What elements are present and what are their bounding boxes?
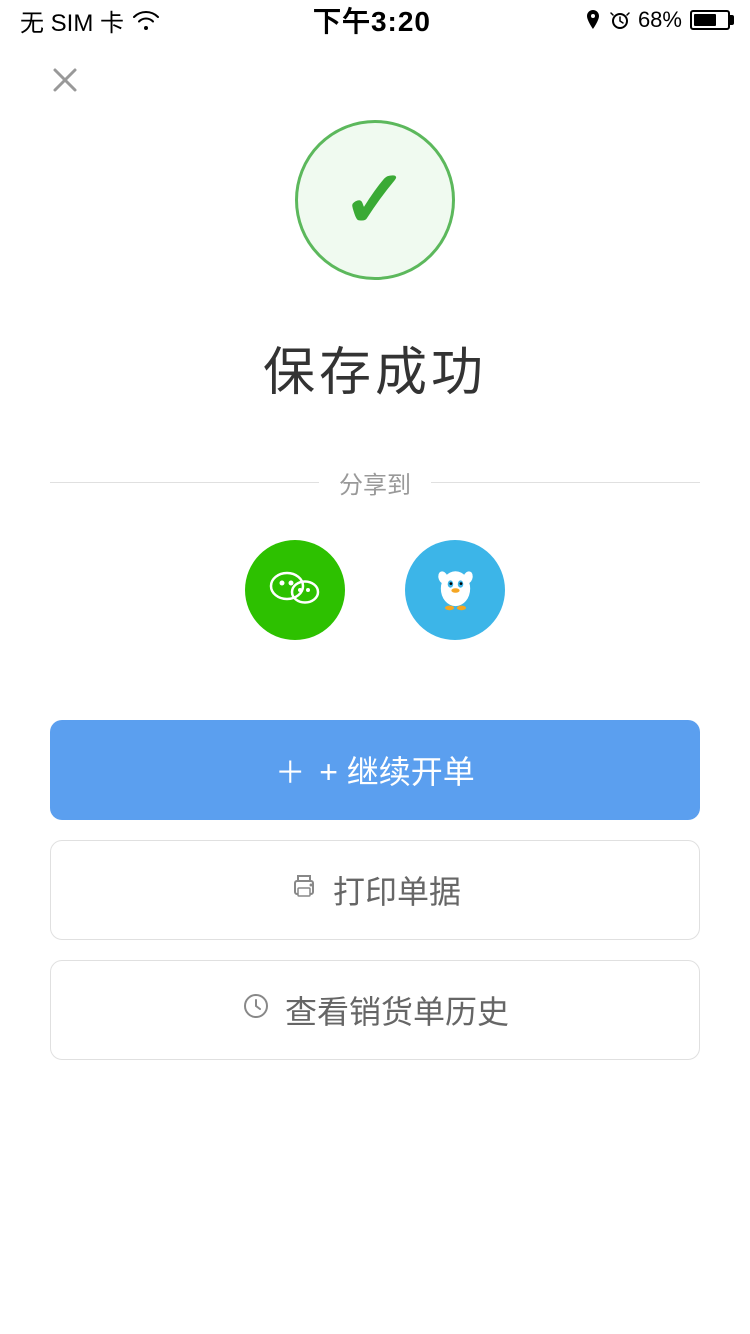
plus-icon: ＋ <box>275 748 305 792</box>
printer-svg <box>289 871 319 901</box>
alarm-icon <box>610 10 630 30</box>
status-carrier: 无 SIM 卡 <box>20 3 160 38</box>
share-icons-row <box>245 540 505 640</box>
success-title: 保存成功 <box>263 330 487 405</box>
wechat-share-button[interactable] <box>245 540 345 640</box>
status-right-icons: 68% <box>584 7 730 33</box>
success-circle: ✓ <box>295 120 455 280</box>
status-bar: 无 SIM 卡 下午3:20 68% <box>0 0 750 40</box>
continue-label: + 继续开单 <box>319 747 475 793</box>
history-icon <box>241 991 271 1029</box>
print-icon <box>289 871 319 909</box>
print-label: 打印单据 <box>333 867 461 913</box>
close-button[interactable] <box>40 55 90 105</box>
battery-icon <box>690 10 730 30</box>
divider-row: 分享到 <box>50 465 700 500</box>
qq-logo-icon <box>428 563 483 618</box>
history-button[interactable]: 查看销货单历史 <box>50 960 700 1060</box>
qq-share-button[interactable] <box>405 540 505 640</box>
divider-left <box>50 482 319 483</box>
print-button[interactable]: 打印单据 <box>50 840 700 940</box>
wifi-icon <box>132 10 160 30</box>
location-icon <box>584 9 602 31</box>
carrier-text: 无 SIM 卡 <box>20 3 124 38</box>
actions-container: ＋ + 继续开单 打印单据 查看销货单历 <box>50 720 700 1060</box>
history-svg <box>241 991 271 1021</box>
checkmark-icon: ✓ <box>341 160 408 240</box>
close-icon <box>47 62 83 98</box>
main-content: ✓ 保存成功 分享到 <box>0 40 750 1060</box>
share-section: 分享到 <box>0 465 750 640</box>
history-label: 查看销货单历史 <box>285 987 509 1033</box>
battery-percent: 68% <box>638 7 682 33</box>
share-label: 分享到 <box>339 465 411 500</box>
status-time: 下午3:20 <box>313 0 431 40</box>
divider-right <box>431 482 700 483</box>
wechat-logo-icon <box>265 560 325 620</box>
continue-button[interactable]: ＋ + 继续开单 <box>50 720 700 820</box>
